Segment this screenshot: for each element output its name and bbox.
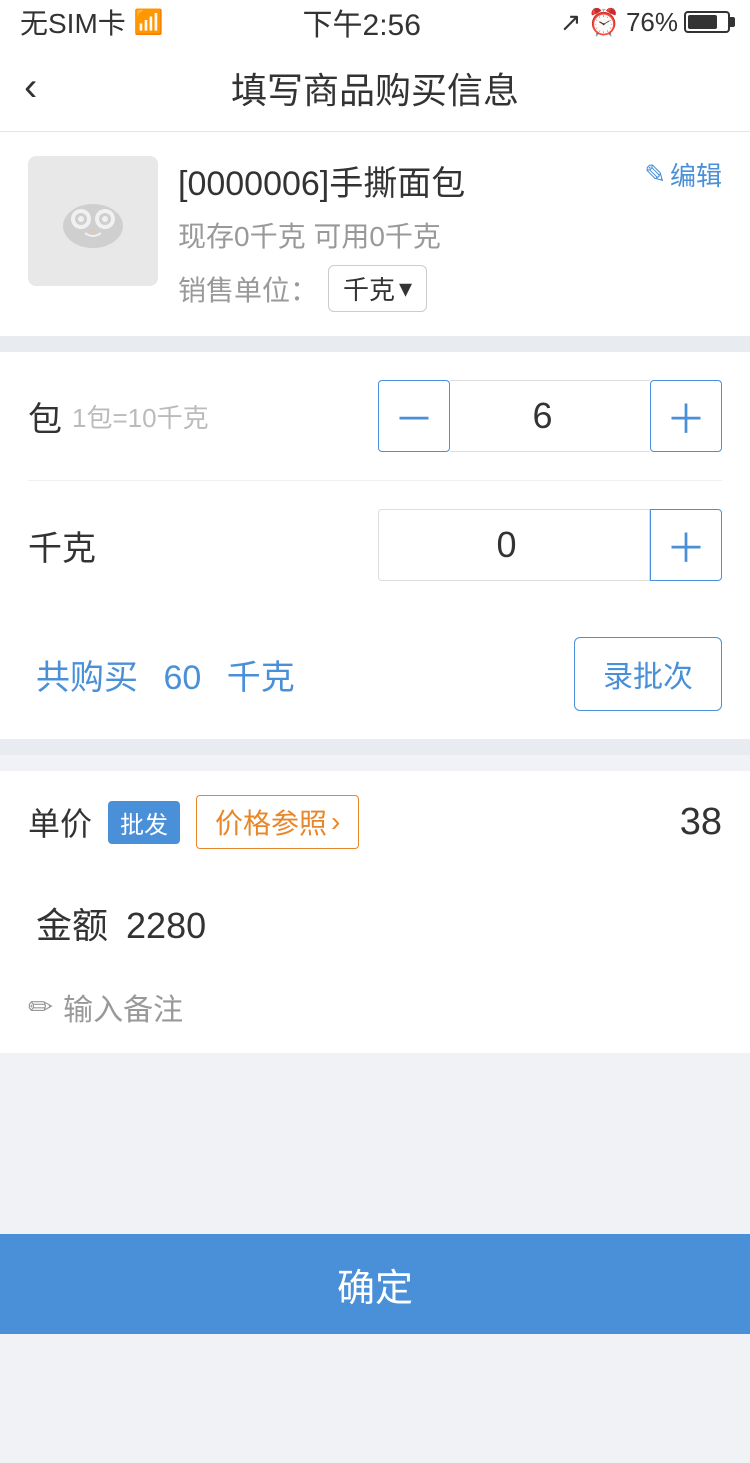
status-left: 无SIM卡 📶 (20, 2, 164, 42)
price-ref-button[interactable]: 价格参照 › (196, 795, 359, 849)
price-ref-arrow-icon: › (331, 806, 340, 838)
product-unit-row: 销售单位： 千克 ▾ (178, 265, 722, 312)
pack-input[interactable] (450, 380, 650, 452)
divider-2 (0, 739, 750, 755)
unit-value: 千克 (343, 270, 395, 307)
kg-controls: ＋ (378, 509, 722, 581)
page-title: 填写商品购买信息 (231, 62, 519, 114)
product-image (28, 156, 158, 286)
unit-label: 销售单位： (178, 269, 318, 309)
product-stock: 现存0千克 可用0千克 (178, 215, 722, 255)
note-row[interactable]: ✏ 输入备注 (28, 969, 722, 1053)
pack-input-section: 包 1包=10千克 － ＋ 千克 ＋ (0, 352, 750, 609)
pencil-icon: ✏ (28, 990, 53, 1025)
status-bar: 无SIM卡 📶 下午2:56 ↗ ⏰ 76% (0, 0, 750, 44)
amount-row: 金额 2280 (28, 897, 722, 969)
status-time: 下午2:56 (303, 0, 421, 44)
product-info: [0000006]手撕面包 现存0千克 可用0千克 销售单位： 千克 ▾ (178, 156, 722, 312)
total-unit: 千克 (227, 659, 295, 697)
pack-increment-button[interactable]: ＋ (650, 380, 722, 452)
alarm-icon: ⏰ (588, 7, 620, 38)
price-ref-label: 价格参照 (215, 802, 327, 842)
nav-bar: ‹ 填写商品购买信息 (0, 44, 750, 132)
pack-controls: － ＋ (378, 380, 722, 452)
unit-dropdown[interactable]: 千克 ▾ (328, 265, 427, 312)
wifi-icon: 📶 (134, 8, 164, 37)
edit-button[interactable]: ✎ 编辑 (644, 156, 722, 193)
total-text: 共购买 60 千克 (28, 650, 303, 699)
product-logo (53, 191, 133, 251)
amount-section: 金额 2280 ✏ 输入备注 (0, 873, 750, 1053)
kg-input[interactable] (378, 509, 650, 581)
price-tag: 批发 (108, 801, 180, 844)
amount-label: 金额 (36, 905, 108, 946)
pack-decrement-button[interactable]: － (378, 380, 450, 452)
total-amount: 60 (163, 659, 201, 697)
pack-label: 包 (28, 392, 62, 441)
battery-percent: 76% (626, 7, 678, 38)
kg-row: 千克 ＋ (28, 481, 722, 609)
edit-label: 编辑 (670, 156, 722, 193)
price-section: 单价 批发 价格参照 › 38 (0, 771, 750, 873)
dropdown-arrow-icon: ▾ (399, 273, 412, 304)
amount-value: 2280 (126, 905, 206, 946)
product-name: [0000006]手撕面包 (178, 156, 722, 205)
price-label: 单价 (28, 799, 92, 845)
kg-label: 千克 (28, 521, 96, 570)
back-button[interactable]: ‹ (24, 65, 37, 110)
pack-row: 包 1包=10千克 － ＋ (28, 352, 722, 481)
confirm-button[interactable]: 确定 (0, 1234, 750, 1334)
pack-hint: 1包=10千克 (72, 398, 209, 435)
total-prefix: 共购买 (36, 659, 138, 697)
edit-icon: ✎ (644, 159, 666, 190)
product-section: [0000006]手撕面包 现存0千克 可用0千克 销售单位： 千克 ▾ ✎ 编… (0, 132, 750, 336)
total-section: 共购买 60 千克 录批次 (0, 609, 750, 739)
location-icon: ↗ (560, 7, 582, 38)
kg-increment-button[interactable]: ＋ (650, 509, 722, 581)
price-value: 38 (680, 801, 722, 844)
battery-icon (684, 11, 730, 33)
note-placeholder: 输入备注 (63, 985, 183, 1029)
carrier-text: 无SIM卡 (20, 2, 126, 42)
divider-1 (0, 336, 750, 352)
status-right: ↗ ⏰ 76% (560, 7, 730, 38)
record-batch-button[interactable]: 录批次 (574, 637, 722, 711)
